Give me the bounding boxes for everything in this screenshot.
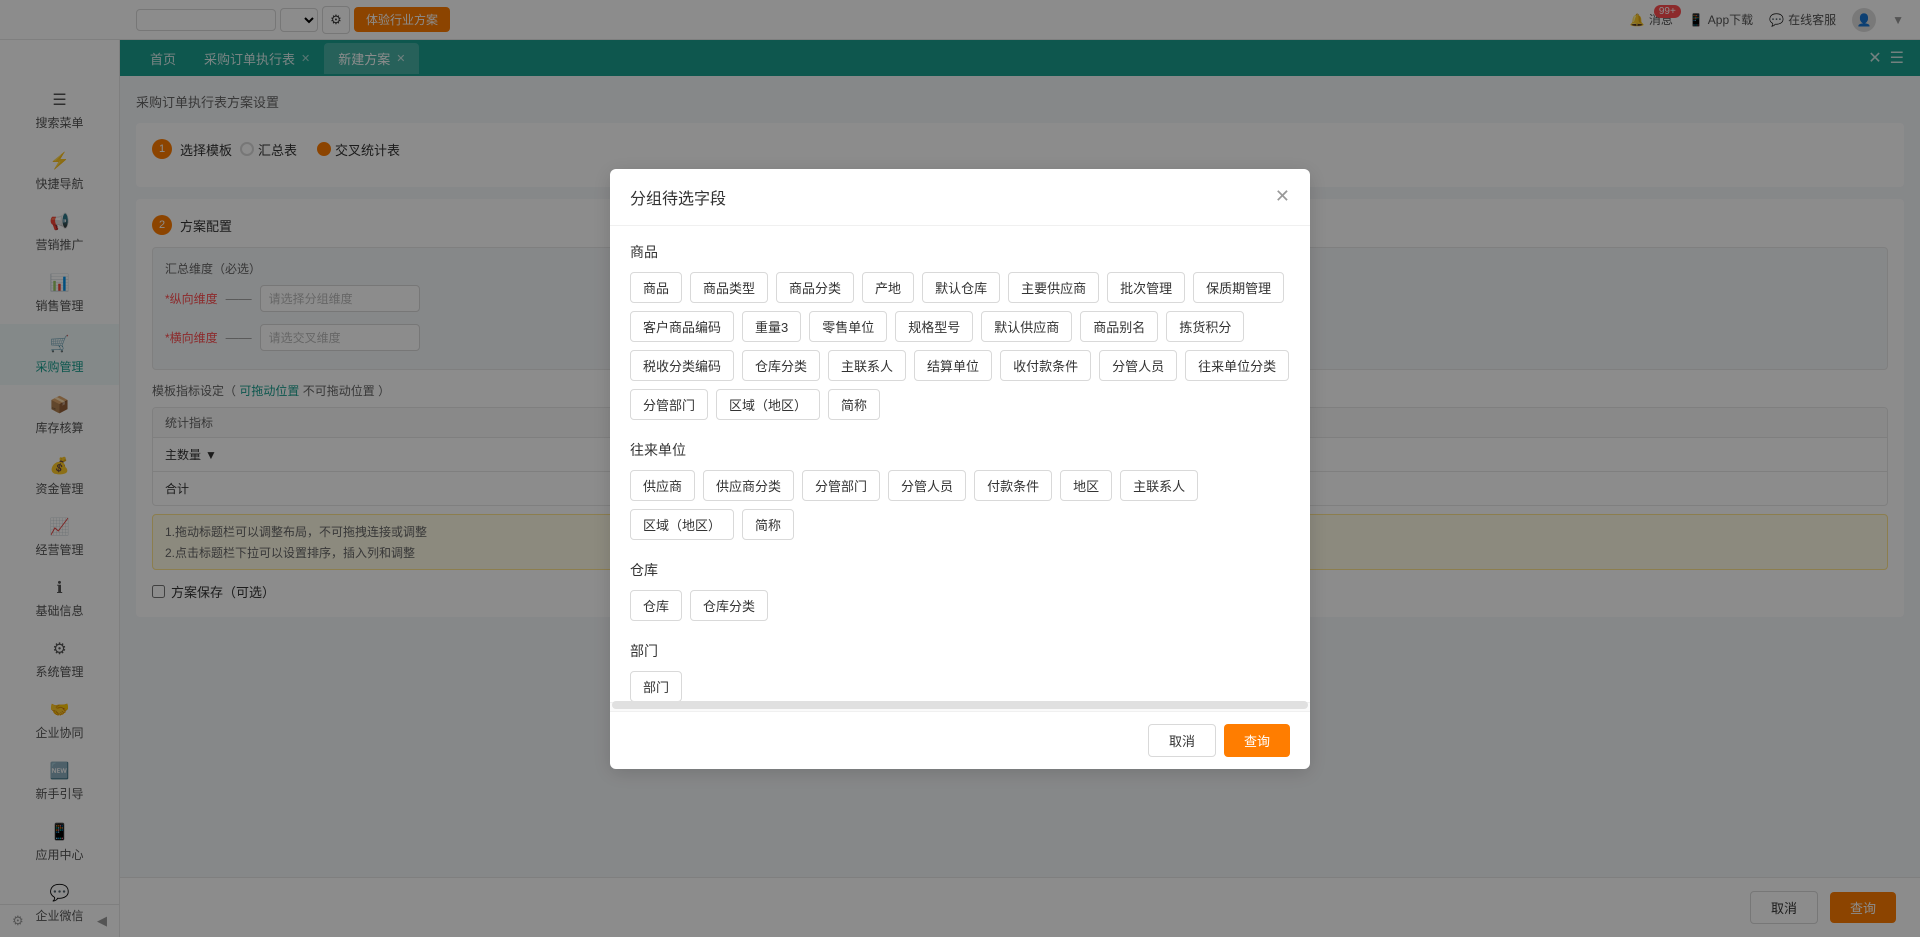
field-tag[interactable]: 仓库分类 <box>742 350 820 381</box>
field-section-往来单位: 往来单位供应商供应商分类分管部门分管人员付款条件地区主联系人区域（地区） 简称 <box>630 440 1290 540</box>
field-tag[interactable]: 零售单位 <box>809 311 887 342</box>
field-tag[interactable]: 重量3 <box>742 311 801 342</box>
field-tag[interactable]: 区域（地区） <box>716 389 820 420</box>
field-tags: 商品商品类型商品分类产地默认仓库主要供应商批次管理保质期管理客户商品编码重量3 零… <box>630 272 1290 420</box>
field-tag[interactable]: 简称 <box>828 389 880 420</box>
field-tags: 部门 <box>630 671 1290 702</box>
modal-header: 分组待选字段 ✕ <box>610 169 1310 226</box>
modal-footer: 取消 查询 <box>610 711 1310 769</box>
field-tag[interactable]: 拣货积分 <box>1166 311 1244 342</box>
field-tag[interactable]: 商品类型 <box>690 272 768 303</box>
field-tag[interactable]: 主要供应商 <box>1008 272 1099 303</box>
field-tag[interactable]: 默认仓库 <box>922 272 1000 303</box>
field-tag[interactable]: 结算单位 <box>914 350 992 381</box>
field-tag[interactable]: 供应商分类 <box>703 470 794 501</box>
field-tags: 仓库仓库分类 <box>630 590 1290 621</box>
field-tag[interactable]: 分管部门 <box>630 389 708 420</box>
field-tag[interactable]: 分管人员 <box>888 470 966 501</box>
field-tag[interactable]: 区域（地区） <box>630 509 734 540</box>
modal-body[interactable]: 商品商品商品类型商品分类产地默认仓库主要供应商批次管理保质期管理客户商品编码重量… <box>610 226 1310 703</box>
modal-cancel-button[interactable]: 取消 <box>1148 724 1216 757</box>
field-tag[interactable]: 地区 <box>1060 470 1112 501</box>
field-tag[interactable]: 产地 <box>862 272 914 303</box>
field-section-商品: 商品商品商品类型商品分类产地默认仓库主要供应商批次管理保质期管理客户商品编码重量… <box>630 242 1290 420</box>
field-tag[interactable]: 默认供应商 <box>981 311 1072 342</box>
field-tag[interactable]: 批次管理 <box>1107 272 1185 303</box>
field-tag[interactable]: 分管部门 <box>802 470 880 501</box>
field-tag[interactable]: 主联系人 <box>828 350 906 381</box>
field-tag[interactable]: 收付款条件 <box>1000 350 1091 381</box>
field-tag[interactable]: 分管人员 <box>1099 350 1177 381</box>
modal-overlay: 分组待选字段 ✕ 商品商品商品类型商品分类产地默认仓库主要供应商批次管理保质期管… <box>0 0 1920 937</box>
field-tag[interactable]: 保质期管理 <box>1193 272 1284 303</box>
field-tags: 供应商供应商分类分管部门分管人员付款条件地区主联系人区域（地区） 简称 <box>630 470 1290 540</box>
modal-title: 分组待选字段 <box>630 185 726 209</box>
modal-confirm-button[interactable]: 查询 <box>1224 724 1290 757</box>
section-title: 商品 <box>630 242 1290 262</box>
field-tag[interactable]: 供应商 <box>630 470 695 501</box>
field-tag[interactable]: 付款条件 <box>974 470 1052 501</box>
modal-hscroll[interactable] <box>610 702 1310 710</box>
field-tag[interactable]: 简称 <box>742 509 794 540</box>
field-tag[interactable]: 规格型号 <box>895 311 973 342</box>
field-tag[interactable]: 仓库分类 <box>690 590 768 621</box>
field-tag[interactable]: 商品 <box>630 272 682 303</box>
section-title: 部门 <box>630 641 1290 661</box>
field-tag[interactable]: 部门 <box>630 671 682 702</box>
modal-close-button[interactable]: ✕ <box>1275 186 1290 207</box>
field-tag[interactable]: 商品别名 <box>1080 311 1158 342</box>
field-section-仓库: 仓库仓库仓库分类 <box>630 560 1290 621</box>
field-section-部门: 部门部门 <box>630 641 1290 702</box>
field-tag[interactable]: 商品分类 <box>776 272 854 303</box>
field-tag[interactable]: 仓库 <box>630 590 682 621</box>
modal: 分组待选字段 ✕ 商品商品商品类型商品分类产地默认仓库主要供应商批次管理保质期管… <box>610 169 1310 769</box>
modal-hscroll-bar <box>612 701 1308 709</box>
field-tag[interactable]: 税收分类编码 <box>630 350 734 381</box>
section-title: 仓库 <box>630 560 1290 580</box>
field-tag[interactable]: 客户商品编码 <box>630 311 734 342</box>
section-title: 往来单位 <box>630 440 1290 460</box>
field-tag[interactable]: 主联系人 <box>1120 470 1198 501</box>
field-tag[interactable]: 往来单位分类 <box>1185 350 1289 381</box>
